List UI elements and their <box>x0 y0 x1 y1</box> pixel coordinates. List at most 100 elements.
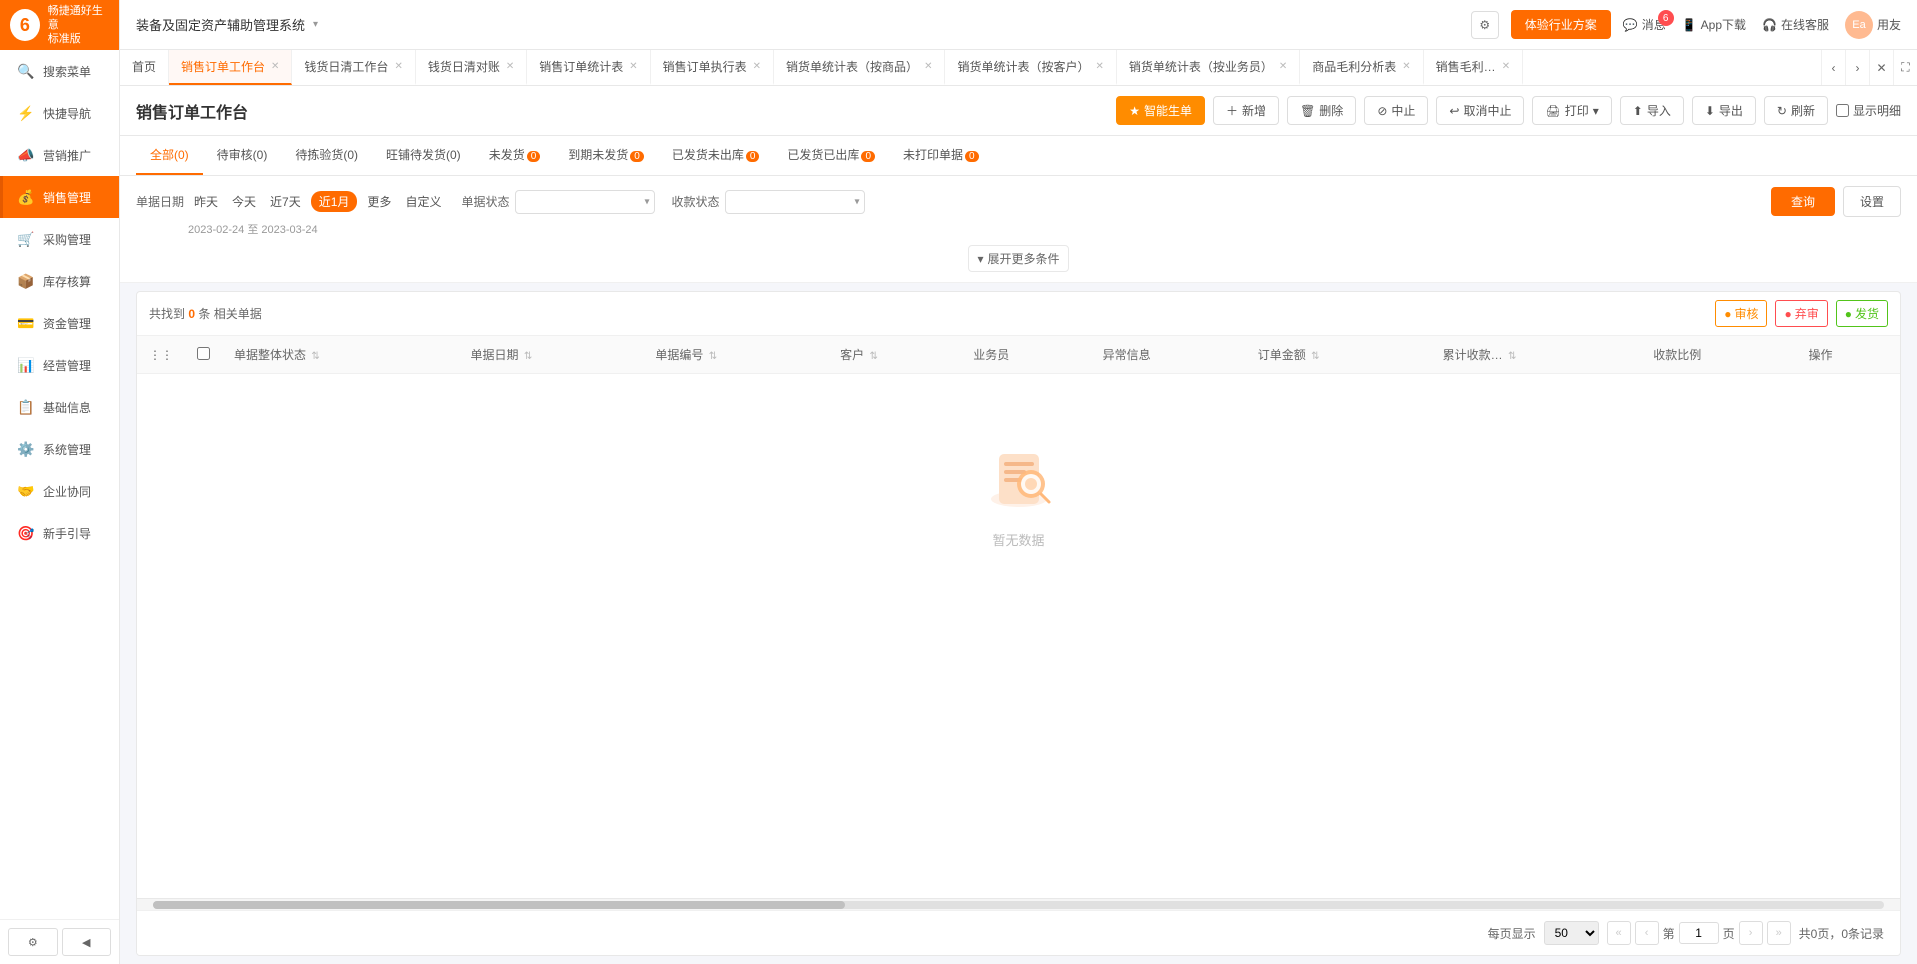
discard-button[interactable]: ● 弃审 <box>1775 300 1827 327</box>
tab-ship-stats-sales-close[interactable]: ✕ <box>1279 61 1287 72</box>
sidebar-item-guide[interactable]: 🎯 新手引导 <box>0 512 119 554</box>
solution-button[interactable]: 体验行业方案 <box>1511 10 1611 39</box>
page-prev-button[interactable]: ‹ <box>1635 921 1659 945</box>
sidebar-item-marketing[interactable]: 📣 营销推广 <box>0 134 119 176</box>
tab-sales-workbench[interactable]: 销售订单工作台 ✕ <box>169 50 292 85</box>
tab-cash-reconcile-close[interactable]: ✕ <box>506 61 514 72</box>
print-button[interactable]: 🖨 打印 ▾ <box>1532 96 1611 125</box>
subtab-pending-check[interactable]: 待拣验货(0) <box>281 136 372 175</box>
tab-next-arrow[interactable]: › <box>1845 50 1869 86</box>
tab-sales-workbench-close[interactable]: ✕ <box>271 61 279 72</box>
sidebar-item-system[interactable]: ⚙️ 系统管理 <box>0 428 119 470</box>
sidebar-item-operations[interactable]: 📊 经营管理 <box>0 344 119 386</box>
tab-cash-daily[interactable]: 钱货日清工作台 ✕ <box>292 50 415 85</box>
collapse-button[interactable]: ◀ <box>62 928 112 956</box>
sidebar-item-purchase[interactable]: 🛒 采购管理 <box>0 218 119 260</box>
tab-ship-stats-sales[interactable]: 销货单统计表（按业务员） ✕ <box>1117 50 1300 85</box>
refresh-button[interactable]: ↻ 刷新 <box>1764 96 1828 125</box>
show-detail-label[interactable]: 显示明细 <box>1836 102 1901 119</box>
sidebar-item-finance[interactable]: 💳 资金管理 <box>0 302 119 344</box>
date-opt-yesterday[interactable]: 昨天 <box>190 191 222 212</box>
date-opt-7days[interactable]: 近7天 <box>266 191 305 212</box>
message-action[interactable]: 💬 6 消息 <box>1623 16 1666 33</box>
sidebar-item-sales[interactable]: 💰 销售管理 <box>0 176 119 218</box>
sort-customer[interactable]: ⇅ <box>870 351 878 362</box>
sidebar-item-inventory[interactable]: 📦 库存核算 <box>0 260 119 302</box>
approve-button[interactable]: ● 审核 <box>1715 300 1767 327</box>
overdue-badge: 0 <box>630 151 644 162</box>
set-button[interactable]: 设置 <box>1843 186 1901 217</box>
delete-button[interactable]: 🗑 删除 <box>1287 96 1356 125</box>
tab-margin-analysis[interactable]: 商品毛利分析表 ✕ <box>1300 50 1423 85</box>
subtab-unprinted[interactable]: 未打印单据0 <box>889 136 993 175</box>
tab-cash-reconcile[interactable]: 钱货日清对账 ✕ <box>416 50 527 85</box>
subtab-pending-review[interactable]: 待审核(0) <box>203 136 282 175</box>
sort-date[interactable]: ⇅ <box>524 351 532 362</box>
system-dropdown-arrow[interactable]: ▾ <box>313 19 318 30</box>
tab-ship-stats-customer[interactable]: 销货单统计表（按客户） ✕ <box>945 50 1116 85</box>
table-scroll[interactable]: ⋮⋮ 单据整体状态 ⇅ 单据日期 ⇅ <box>137 336 1900 898</box>
export-button[interactable]: ⬇ 导出 <box>1692 96 1756 125</box>
page-next-button[interactable]: › <box>1739 921 1763 945</box>
horizontal-scrollbar[interactable] <box>137 898 1900 910</box>
sidebar-item-collab[interactable]: 🤝 企业协同 <box>0 470 119 512</box>
tab-sales-stats-close[interactable]: ✕ <box>629 61 637 72</box>
sidebar-item-system-label: 系统管理 <box>43 441 91 458</box>
subtab-wangpu-ship[interactable]: 旺铺待发货(0) <box>372 136 475 175</box>
tab-close-all[interactable]: ✕ <box>1869 50 1893 86</box>
sort-amount[interactable]: ⇅ <box>1311 351 1319 362</box>
date-opt-custom[interactable]: 自定义 <box>401 191 445 212</box>
select-all-checkbox[interactable] <box>197 347 210 360</box>
add-button[interactable]: ＋ 新增 <box>1213 96 1279 125</box>
tab-sales-exec-close[interactable]: ✕ <box>753 61 761 72</box>
subtab-unshipped[interactable]: 未发货0 <box>475 136 555 175</box>
receipt-select[interactable] <box>725 190 865 214</box>
date-opt-more[interactable]: 更多 <box>363 191 395 212</box>
page-last-button[interactable]: » <box>1767 921 1791 945</box>
scrollbar-thumb[interactable] <box>153 901 845 909</box>
tab-margin-analysis-close[interactable]: ✕ <box>1402 61 1410 72</box>
smart-create-button[interactable]: ★ 智能生单 <box>1116 96 1205 125</box>
online-service-action[interactable]: 🎧 在线客服 <box>1762 16 1829 33</box>
stop-icon: ⊘ <box>1377 104 1387 118</box>
per-page-select[interactable]: 10 20 50 100 <box>1544 921 1599 945</box>
page-first-button[interactable]: « <box>1607 921 1631 945</box>
status-select[interactable] <box>515 190 655 214</box>
tab-ship-stats-customer-close[interactable]: ✕ <box>1095 61 1103 72</box>
sidebar-item-basic[interactable]: 📋 基础信息 <box>0 386 119 428</box>
tab-sales-margin-close[interactable]: ✕ <box>1502 61 1510 72</box>
ship-button[interactable]: ● 发货 <box>1836 300 1888 327</box>
tab-home[interactable]: 首页 <box>120 50 169 85</box>
tab-prev-arrow[interactable]: ‹ <box>1821 50 1845 86</box>
query-button[interactable]: 查询 <box>1771 187 1835 216</box>
tab-sales-margin[interactable]: 销售毛利… ✕ <box>1424 50 1523 85</box>
sidebar-item-quicknav[interactable]: ⚡ 快捷导航 <box>0 92 119 134</box>
tab-ship-stats-product-close[interactable]: ✕ <box>924 61 932 72</box>
tab-fullscreen[interactable]: ⛶ <box>1893 50 1917 86</box>
tab-ship-stats-product[interactable]: 销货单统计表（按商品） ✕ <box>774 50 945 85</box>
subtab-shipped-not-out[interactable]: 已发货未出库0 <box>658 136 774 175</box>
sidebar-item-search[interactable]: 🔍 搜索菜单 <box>0 50 119 92</box>
settings-button[interactable]: ⚙ <box>8 928 58 956</box>
page-input[interactable] <box>1679 922 1719 944</box>
show-detail-checkbox[interactable] <box>1836 104 1849 117</box>
date-opt-1month[interactable]: 近1月 <box>311 191 358 212</box>
date-opt-today[interactable]: 今天 <box>228 191 260 212</box>
sort-status[interactable]: ⇅ <box>311 351 319 362</box>
app-download-action[interactable]: 📱 App下载 <box>1682 16 1746 33</box>
sort-cumulative[interactable]: ⇅ <box>1508 351 1516 362</box>
user-action[interactable]: Ea 用友 <box>1845 11 1901 39</box>
settings-gear-button[interactable]: ⚙ <box>1471 11 1499 39</box>
subtab-overdue-unshipped[interactable]: 到期未发货0 <box>554 136 658 175</box>
subtab-shipped-out[interactable]: 已发货已出库0 <box>773 136 889 175</box>
stop-button[interactable]: ⊘ 中止 <box>1364 96 1428 125</box>
expand-more-button[interactable]: ▾ 展开更多条件 <box>968 245 1068 272</box>
sort-number[interactable]: ⇅ <box>709 351 717 362</box>
cancel-stop-button[interactable]: ↩ 取消中止 <box>1436 96 1524 125</box>
tab-sales-stats[interactable]: 销售订单统计表 ✕ <box>527 50 650 85</box>
import-button[interactable]: ⬆ 导入 <box>1620 96 1684 125</box>
subtab-all[interactable]: 全部(0) <box>136 136 203 175</box>
tab-sales-exec[interactable]: 销售订单执行表 ✕ <box>651 50 774 85</box>
tab-ship-stats-product-label: 销货单统计表（按商品） <box>786 58 918 75</box>
tab-cash-daily-close[interactable]: ✕ <box>394 61 402 72</box>
